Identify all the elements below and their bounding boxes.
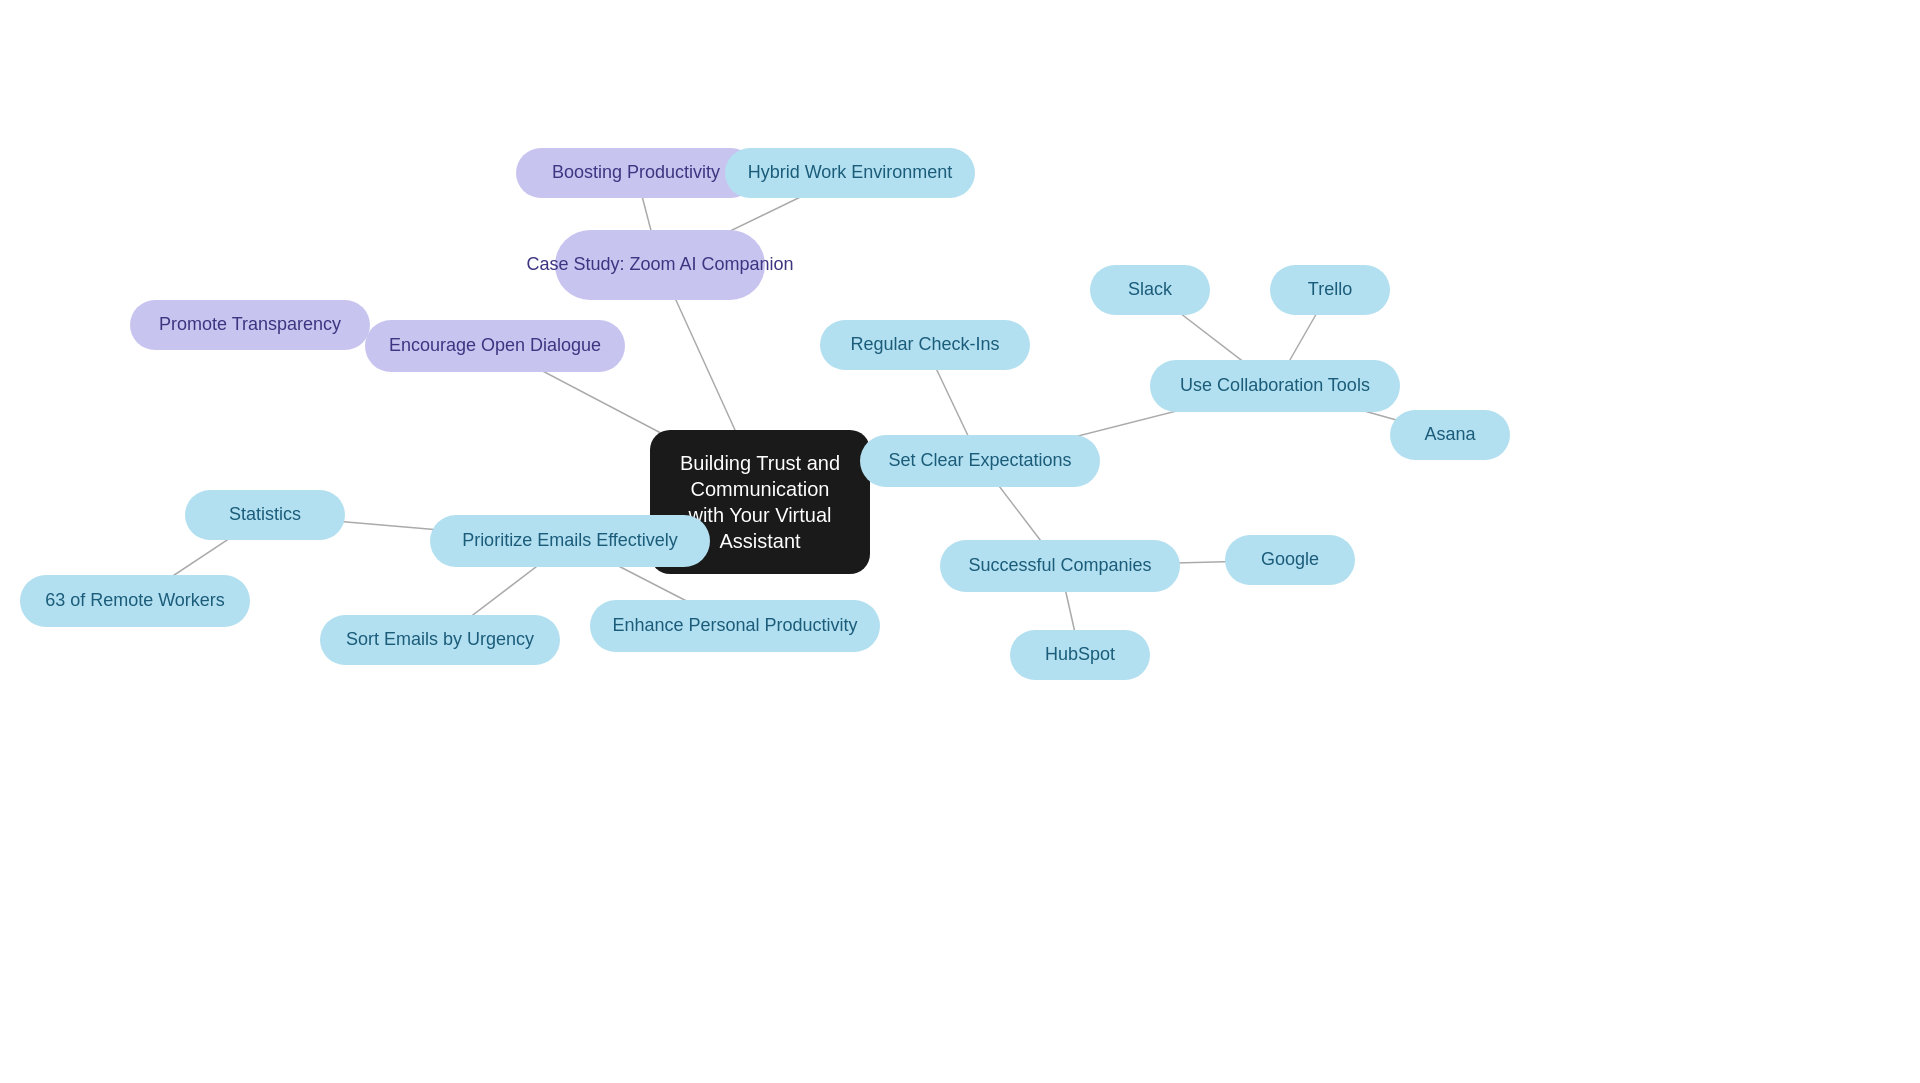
node-asana[interactable]: Asana: [1390, 410, 1510, 460]
node-trello[interactable]: Trello: [1270, 265, 1390, 315]
node-successfulCompanies[interactable]: Successful Companies: [940, 540, 1180, 592]
node-regularCheckIns[interactable]: Regular Check-Ins: [820, 320, 1030, 370]
node-useCollaborationTools[interactable]: Use Collaboration Tools: [1150, 360, 1400, 412]
node-hubspot[interactable]: HubSpot: [1010, 630, 1150, 680]
node-encourageDialogue[interactable]: Encourage Open Dialogue: [365, 320, 625, 372]
node-remoteWorkers[interactable]: 63 of Remote Workers: [20, 575, 250, 627]
mindmap-container: Building Trust and Communication with Yo…: [0, 0, 1920, 1083]
node-slack[interactable]: Slack: [1090, 265, 1210, 315]
node-promoteTransparency[interactable]: Promote Transparency: [130, 300, 370, 350]
node-hybridWork[interactable]: Hybrid Work Environment: [725, 148, 975, 198]
node-google[interactable]: Google: [1225, 535, 1355, 585]
node-prioritizeEmails[interactable]: Prioritize Emails Effectively: [430, 515, 710, 567]
node-enhanceProductivity[interactable]: Enhance Personal Productivity: [590, 600, 880, 652]
node-setClearExpectations[interactable]: Set Clear Expectations: [860, 435, 1100, 487]
node-caseStudy[interactable]: Case Study: Zoom AI Companion: [555, 230, 765, 300]
node-statistics[interactable]: Statistics: [185, 490, 345, 540]
node-sortEmails[interactable]: Sort Emails by Urgency: [320, 615, 560, 665]
node-boostingProductivity[interactable]: Boosting Productivity: [516, 148, 756, 198]
